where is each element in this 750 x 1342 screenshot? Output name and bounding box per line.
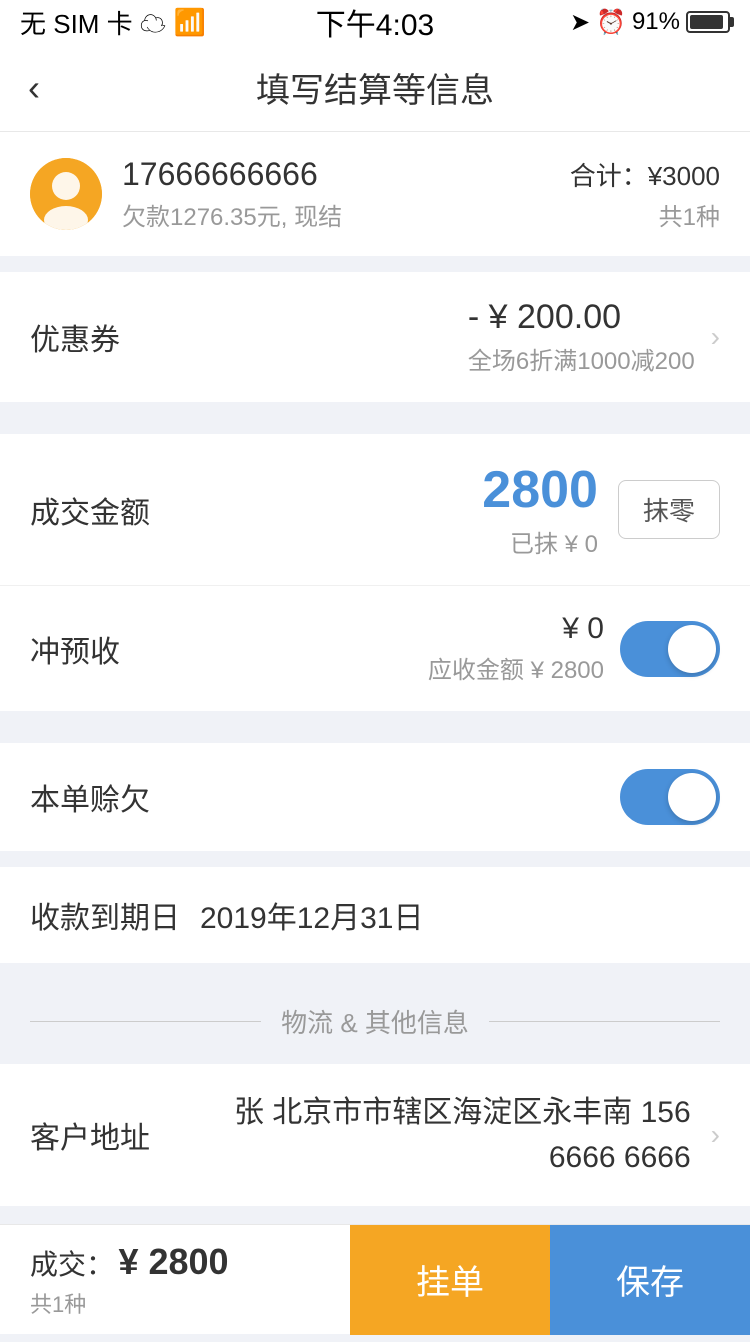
bottom-deal-amount: ¥ 2800 (118, 1241, 228, 1282)
prepay-right: ¥ 0 应收金额 ¥ 2800 (428, 612, 720, 685)
location-icon: ➤ (570, 8, 590, 37)
wifi-icon: 📶 (174, 7, 206, 38)
due-date-row: 收款到期日 2019年12月31日 (0, 867, 750, 963)
prepay-sub: 应收金额 ¥ 2800 (428, 650, 604, 685)
hang-order-button[interactable]: 挂单 (350, 1225, 550, 1335)
user-left: 17666666666 欠款1276.35元, 现结 (30, 156, 342, 232)
chevron-right-icon: › (711, 321, 720, 353)
amount-value: 2800 (482, 460, 598, 520)
round-off-button[interactable]: 抹零 (618, 480, 720, 539)
save-button[interactable]: 保存 (550, 1225, 750, 1335)
amount-row: 成交金额 2800 已抹 ¥ 0 抹零 (0, 434, 750, 585)
address-label: 客户地址 (30, 1113, 150, 1157)
user-phone: 17666666666 (122, 156, 342, 193)
prepay-row: 冲预收 ¥ 0 应收金额 ¥ 2800 (0, 585, 750, 711)
avatar (30, 158, 102, 230)
alarm-icon: ⏰ (596, 8, 626, 37)
overdue-row: 本单赊欠 (0, 743, 750, 851)
logistics-line-right (489, 1021, 720, 1022)
main-content: 17666666666 欠款1276.35元, 现结 合计：¥3000 共1种 … (0, 132, 750, 1342)
bottom-bar: 成交： ¥ 2800 共1种 挂单 保存 (0, 1224, 750, 1334)
page-title: 填写结算等信息 (256, 63, 494, 112)
bottom-count: 共1种 (30, 1287, 320, 1319)
overdue-toggle-knob (668, 773, 716, 821)
status-bar: 无 SIM 卡 ☁ 📶 下午4:03 ➤ ⏰ 91% (0, 0, 750, 44)
user-info-row: 17666666666 欠款1276.35元, 现结 合计：¥3000 共1种 (0, 132, 750, 256)
amount-section: 成交金额 2800 已抹 ¥ 0 抹零 冲预收 ¥ 0 应收金额 ¥ 2800 (0, 434, 750, 711)
status-left: 无 SIM 卡 ☁ 📶 (20, 4, 206, 41)
status-right: ➤ ⏰ 91% (570, 8, 730, 37)
amount-value-group: 2800 已抹 ¥ 0 (482, 460, 598, 559)
user-right: 合计：¥3000 共1种 (570, 156, 720, 232)
overdue-toggle[interactable] (620, 769, 720, 825)
status-time: 下午4:03 (316, 0, 434, 44)
address-section: 客户地址 张 北京市市辖区海淀区永丰南 156 6666 6666 › (0, 1064, 750, 1206)
prepay-value: ¥ 0 (428, 612, 604, 646)
amount-sub: 已抹 ¥ 0 (482, 524, 598, 559)
coupon-value-group: - ¥ 200.00 全场6折满1000减200 (468, 298, 695, 376)
page-header: ‹ 填写结算等信息 (0, 44, 750, 132)
user-details: 17666666666 欠款1276.35元, 现结 (122, 156, 342, 232)
user-sub: 欠款1276.35元, 现结 (122, 197, 342, 232)
address-value: 张 北京市市辖区海淀区永丰南 156 6666 6666 (150, 1090, 711, 1180)
bottom-summary: 成交： ¥ 2800 共1种 (0, 1241, 350, 1319)
amount-right: 2800 已抹 ¥ 0 抹零 (482, 460, 720, 559)
coupon-value: - ¥ 200.00 (468, 298, 695, 337)
battery-fill (690, 15, 723, 29)
overdue-section: 本单赊欠 (0, 743, 750, 851)
coupon-label: 优惠券 (30, 315, 120, 359)
toggle-knob (668, 625, 716, 673)
section-divider-2 (0, 727, 750, 743)
total-count: 共1种 (570, 197, 720, 232)
total-label: 合计：¥3000 (570, 156, 720, 193)
due-date-value: 2019年12月31日 (200, 893, 423, 937)
prepay-toggle[interactable] (620, 621, 720, 677)
back-button[interactable]: ‹ (28, 67, 40, 109)
sim-signal: 无 SIM 卡 ☁ (20, 4, 166, 41)
section-divider-1 (0, 418, 750, 434)
address-row[interactable]: 客户地址 张 北京市市辖区海淀区永丰南 156 6666 6666 › (0, 1064, 750, 1206)
coupon-row[interactable]: 优惠券 - ¥ 200.00 全场6折满1000减200 › (0, 272, 750, 402)
logistics-label: 物流 & 其他信息 (281, 1003, 469, 1040)
due-date-label: 收款到期日 (30, 893, 180, 937)
bottom-deal-label: 成交： (30, 1249, 114, 1280)
amount-label: 成交金额 (30, 488, 150, 532)
coupon-sub: 全场6折满1000减200 (468, 341, 695, 376)
overdue-label: 本单赊欠 (30, 775, 150, 819)
address-chevron-icon: › (711, 1119, 720, 1151)
prepay-value-group: ¥ 0 应收金额 ¥ 2800 (428, 612, 604, 685)
battery-indicator (686, 11, 730, 33)
logistics-line-left (30, 1021, 261, 1022)
coupon-section: 优惠券 - ¥ 200.00 全场6折满1000减200 › (0, 272, 750, 402)
battery-percent: 91% (632, 8, 680, 36)
coupon-right: - ¥ 200.00 全场6折满1000减200 › (468, 298, 720, 376)
due-date-section: 收款到期日 2019年12月31日 (0, 867, 750, 963)
bottom-deal-row: 成交： ¥ 2800 (30, 1241, 320, 1283)
prepay-label: 冲预收 (30, 627, 120, 671)
logistics-divider: 物流 & 其他信息 (0, 979, 750, 1064)
